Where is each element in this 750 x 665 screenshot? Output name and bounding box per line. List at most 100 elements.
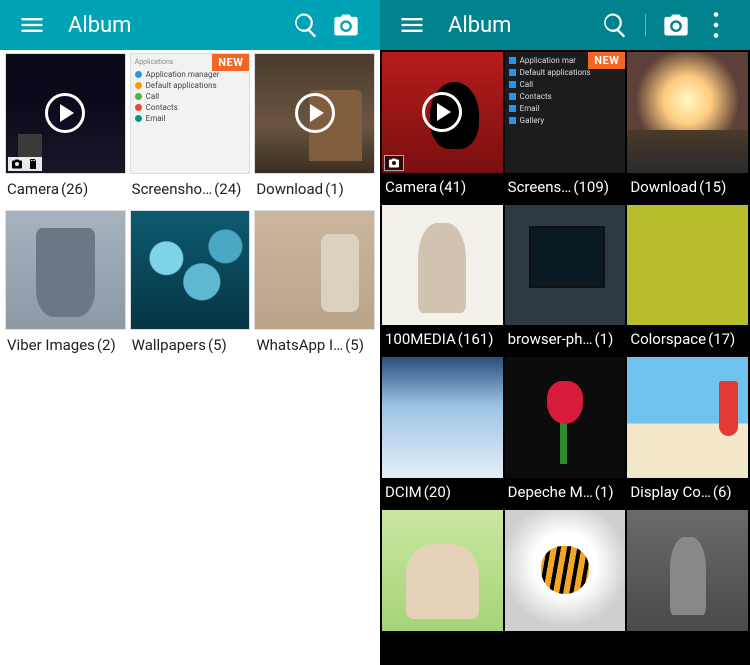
album-caption: Camera (26) [5,174,126,206]
camera-badge [384,155,404,171]
search-icon[interactable] [286,5,326,45]
album-thumbnail [627,357,748,478]
album-name: browser-ph… [508,330,593,348]
album-count: (17) [708,330,735,348]
album-name: Screens… [508,178,572,196]
album-thumbnail [5,53,126,174]
appbar-right: Album [380,0,750,50]
album-name: 100MEDIA [385,330,456,348]
album-caption: WhatsApp I… (5) [254,330,375,362]
album-thumbnail [505,510,626,631]
camera-icon[interactable] [326,5,366,45]
search-icon[interactable] [595,5,635,45]
album-tile[interactable]: Download (1) [254,53,375,206]
album-tile[interactable]: Depeche M… (1) [505,357,626,508]
album-tile[interactable]: Application marDefault applicationsCallC… [505,52,626,203]
more-icon[interactable] [696,5,736,45]
storage-badge [8,157,42,171]
album-count: (24) [214,180,241,198]
album-tile[interactable] [627,510,748,643]
album-caption: Colorspace (17) [627,325,748,355]
album-tile[interactable]: Camera (41) [382,52,503,203]
album-caption: Camera (41) [382,173,503,203]
appbar-left: Album [0,0,380,50]
appbar-title: Album [448,13,511,38]
toolbar-divider [645,14,646,36]
album-tile[interactable]: Camera (26) [5,53,126,206]
album-caption [382,631,503,643]
gallery-left-panel: Album Camera (26)ApplicationsApplication… [0,0,380,665]
album-count: (5) [345,336,364,354]
album-count: (41) [439,178,466,196]
album-thumbnail: Application marDefault applicationsCallC… [505,52,626,173]
album-thumbnail [254,210,375,331]
album-tile[interactable]: browser-ph… (1) [505,205,626,356]
settings-row: Email [509,104,622,113]
album-count: (1) [325,180,344,198]
settings-row: Contacts [135,103,246,112]
settings-row: Application manager [135,70,246,79]
album-tile[interactable]: ApplicationsApplication managerDefault a… [130,53,251,206]
album-name: Camera [7,180,59,198]
album-tile[interactable]: Display Co… (6) [627,357,748,508]
album-caption: DCIM (20) [382,478,503,508]
album-tile[interactable]: Wallpapers (5) [130,210,251,363]
menu-icon[interactable] [392,5,432,45]
album-caption [627,631,748,643]
settings-row: Default applications [509,68,622,77]
settings-row: Default applications [135,81,246,90]
album-caption: 100MEDIA (161) [382,325,503,355]
album-tile[interactable]: WhatsApp I… (5) [254,210,375,363]
album-thumbnail [505,357,626,478]
album-caption: Wallpapers (5) [130,330,251,362]
album-thumbnail [627,205,748,326]
album-thumbnail [382,510,503,631]
album-caption: Display Co… (6) [627,478,748,508]
album-name: WhatsApp I… [256,336,343,354]
appbar-title: Album [68,13,131,38]
album-tile[interactable]: Viber Images (2) [5,210,126,363]
album-tile[interactable] [382,510,503,643]
album-caption: Download (1) [254,174,375,206]
settings-row: Gallery [509,116,622,125]
album-name: Display Co… [630,483,711,501]
album-caption: Viber Images (2) [5,330,126,362]
album-name: DCIM [385,483,422,501]
album-name: Download [630,178,697,196]
album-thumbnail: ApplicationsApplication managerDefault a… [130,53,251,174]
album-count: (2) [97,336,116,354]
album-tile[interactable]: DCIM (20) [382,357,503,508]
album-name: Depeche M… [508,483,593,501]
album-name: Viber Images [7,336,95,354]
album-count: (15) [699,178,726,196]
play-icon [295,93,335,133]
album-caption: Screens… (109) [505,173,626,203]
new-badge: NEW [588,52,625,69]
album-count: (5) [208,336,227,354]
gallery-right-panel: Album Camera (41)Application marDefault … [380,0,750,665]
settings-row: Contacts [509,92,622,101]
album-name: Camera [385,178,437,196]
album-tile[interactable] [505,510,626,643]
album-thumbnail [505,205,626,326]
settings-row: Call [135,92,246,101]
album-count: (6) [713,483,732,501]
album-count: (26) [61,180,88,198]
album-name: Download [256,180,323,198]
album-count: (1) [595,330,614,348]
album-caption: browser-ph… (1) [505,325,626,355]
play-icon [422,92,462,132]
menu-icon[interactable] [12,5,52,45]
album-grid-left: Camera (26)ApplicationsApplication manag… [0,50,380,365]
album-caption: Download (15) [627,173,748,203]
album-thumbnail [382,52,503,173]
album-tile[interactable]: Colorspace (17) [627,205,748,356]
album-count: (1) [595,483,614,501]
album-thumbnail [5,210,126,331]
album-count: (20) [424,483,451,501]
album-caption [505,631,626,643]
album-tile[interactable]: Download (15) [627,52,748,203]
album-grid-right: Camera (41)Application marDefault applic… [380,50,750,645]
camera-icon[interactable] [656,5,696,45]
album-tile[interactable]: 100MEDIA (161) [382,205,503,356]
